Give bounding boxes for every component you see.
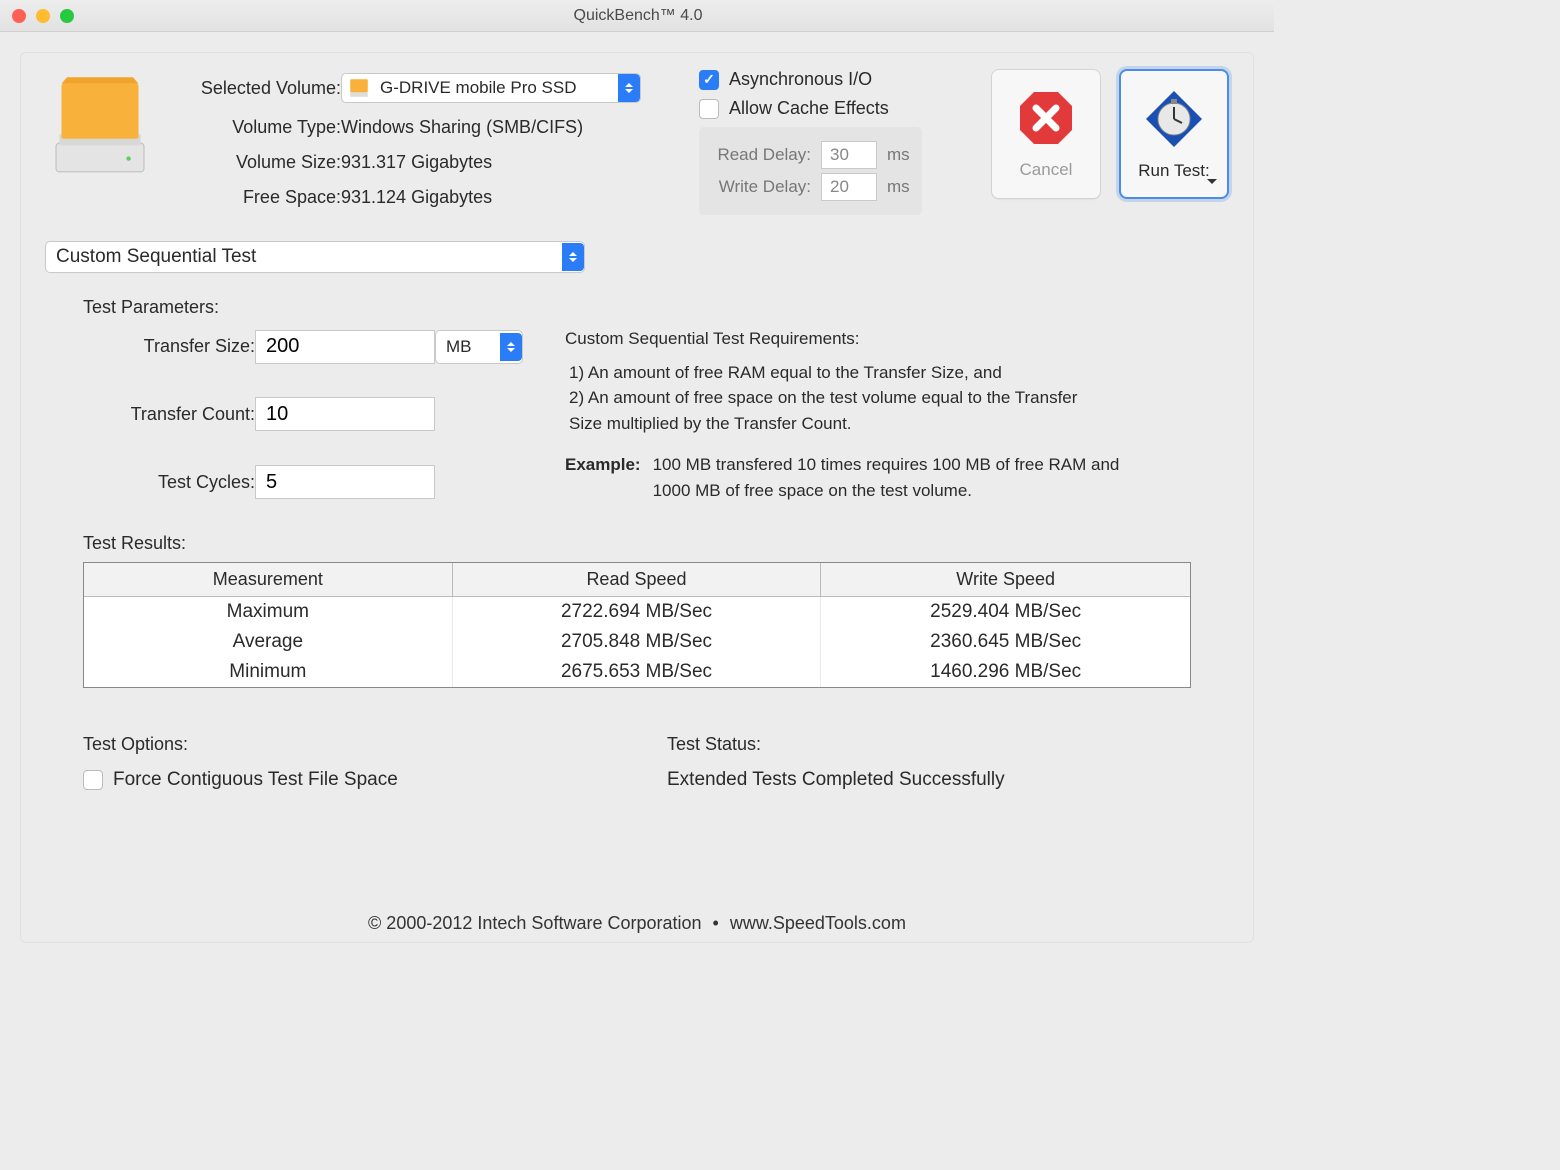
transfer-size-unit-dropdown[interactable]: MB [435,330,523,364]
cancel-button[interactable]: Cancel [991,69,1101,199]
test-parameters: Transfer Size: MB Transfer Count: Test C… [85,326,535,503]
test-cycles-label: Test Cycles: [85,472,255,493]
selected-volume-dropdown[interactable]: G-DRIVE mobile Pro SSD [341,73,641,103]
volume-size-value: 931.317 Gigabytes [341,152,641,173]
cell-measurement: Minimum [84,657,453,687]
read-delay-unit: ms [887,145,910,165]
read-delay-input[interactable] [821,141,877,169]
test-parameters-label: Test Parameters: [83,297,1229,318]
async-io-checkbox[interactable] [699,70,719,90]
cancel-icon [1014,86,1078,150]
requirements-line-1: 1) An amount of free RAM equal to the Tr… [565,360,1219,386]
cell-write: 2529.404 MB/Sec [821,597,1190,627]
dropdown-arrows-icon [618,74,640,102]
write-delay-unit: ms [887,177,910,197]
cell-measurement: Average [84,627,453,657]
test-type-value: Custom Sequential Test [46,246,562,268]
footer: © 2000-2012 Intech Software Corporation … [21,913,1253,934]
volume-type-value: Windows Sharing (SMB/CIFS) [341,117,641,138]
example-text: 100 MB transfered 10 times requires 100 … [653,452,1133,503]
table-row: Minimum 2675.653 MB/Sec 1460.296 MB/Sec [84,657,1190,687]
stopwatch-icon [1142,87,1206,151]
cache-effects-label: Allow Cache Effects [729,98,889,119]
transfer-size-label: Transfer Size: [85,336,255,357]
test-options-label: Test Options: [83,734,607,755]
selected-volume-value: G-DRIVE mobile Pro SSD [376,78,618,98]
transfer-count-input[interactable] [255,397,435,431]
requirements-line-2: 2) An amount of free space on the test v… [565,385,1085,436]
window-controls [12,9,74,23]
cancel-label: Cancel [1020,160,1073,180]
run-test-label: Run Test: [1138,161,1210,181]
selected-volume-label: Selected Volume: [173,78,341,99]
transfer-count-label: Transfer Count: [85,404,255,425]
cell-write: 2360.645 MB/Sec [821,627,1190,657]
cell-read: 2705.848 MB/Sec [453,627,822,657]
table-row: Average 2705.848 MB/Sec 2360.645 MB/Sec [84,627,1190,657]
results-table: Measurement Read Speed Write Speed Maxim… [83,562,1191,688]
requirements-title: Custom Sequential Test Requirements: [565,326,1219,352]
col-measurement: Measurement [84,563,453,597]
test-status-label: Test Status: [667,734,1191,755]
force-contiguous-label: Force Contiguous Test File Space [113,769,398,791]
free-space-value: 931.124 Gigabytes [341,187,641,208]
disk-mini-icon [348,77,370,99]
table-row: Maximum 2722.694 MB/Sec 2529.404 MB/Sec [84,597,1190,627]
transfer-size-input[interactable] [255,330,435,364]
cell-read: 2675.653 MB/Sec [453,657,822,687]
drive-icon [45,75,155,185]
example-label: Example: [565,452,641,503]
read-delay-label: Read Delay: [711,145,811,165]
force-contiguous-checkbox[interactable] [83,770,103,790]
test-status-value: Extended Tests Completed Successfully [667,769,1191,791]
maximize-icon[interactable] [60,9,74,23]
cell-measurement: Maximum [84,597,453,627]
titlebar: QuickBench™ 4.0 [0,0,1274,32]
close-icon[interactable] [12,9,26,23]
col-read-speed: Read Speed [453,563,822,597]
write-delay-label: Write Delay: [711,177,811,197]
footer-copyright: © 2000-2012 Intech Software Corporation [368,913,701,933]
dropdown-arrows-icon [500,333,522,361]
footer-url: www.SpeedTools.com [730,913,906,933]
test-results-label: Test Results: [83,533,1229,554]
dropdown-arrows-icon [562,243,584,271]
main-panel: Selected Volume: G-DRIVE mobile Pro SSD … [20,52,1254,943]
volume-info: Selected Volume: G-DRIVE mobile Pro SSD … [173,73,641,208]
volume-type-label: Volume Type: [173,117,341,138]
free-space-label: Free Space: [173,187,341,208]
minimize-icon[interactable] [36,9,50,23]
requirements-text: Custom Sequential Test Requirements: 1) … [565,326,1229,503]
window-title: QuickBench™ 4.0 [74,7,1202,25]
cell-write: 1460.296 MB/Sec [821,657,1190,687]
run-test-menu-arrow-icon [1207,179,1217,189]
io-options: Asynchronous I/O Allow Cache Effects Rea… [699,69,922,215]
test-type-dropdown[interactable]: Custom Sequential Test [45,241,585,273]
run-test-button[interactable]: Run Test: [1119,69,1229,199]
async-io-label: Asynchronous I/O [729,69,872,90]
transfer-size-unit-value: MB [436,337,500,357]
cache-effects-checkbox[interactable] [699,99,719,119]
test-cycles-input[interactable] [255,465,435,499]
write-delay-input[interactable] [821,173,877,201]
cell-read: 2722.694 MB/Sec [453,597,822,627]
volume-size-label: Volume Size: [173,152,341,173]
col-write-speed: Write Speed [821,563,1190,597]
